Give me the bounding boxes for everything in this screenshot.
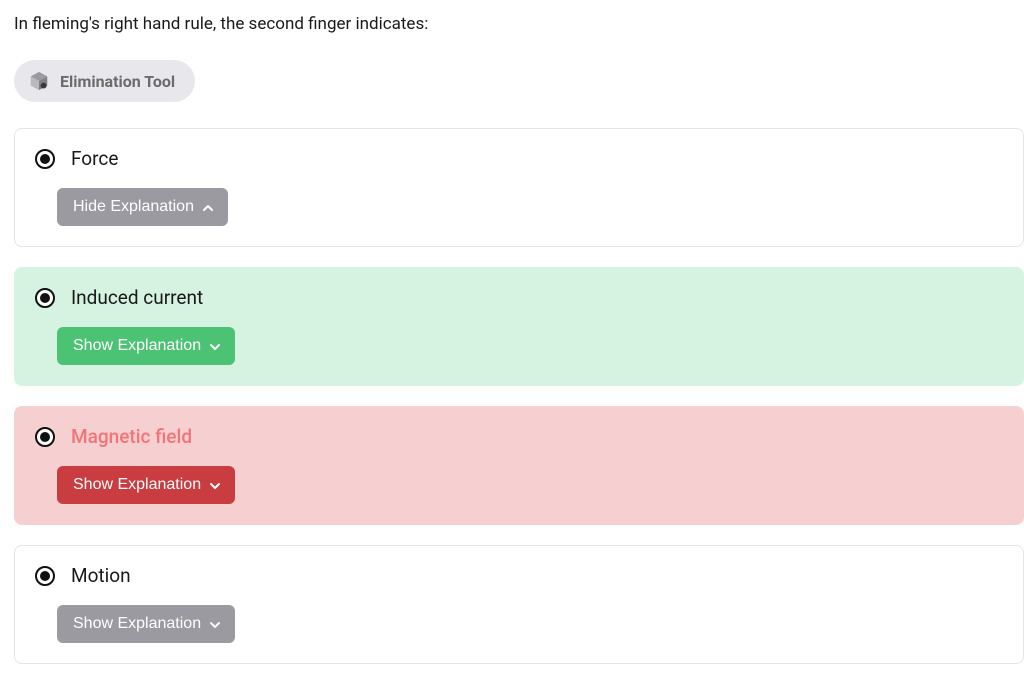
hide-explanation-button[interactable]: Hide Explanation xyxy=(57,188,228,226)
chevron-down-icon xyxy=(209,619,219,629)
option-card[interactable]: Force Hide Explanation xyxy=(14,128,1024,247)
option-label: Induced current xyxy=(71,286,203,309)
button-label: Show Explanation xyxy=(73,615,201,633)
options-list: Force Hide Explanation Induced current S… xyxy=(14,128,1024,664)
chevron-down-icon xyxy=(209,341,219,351)
option-label: Magnetic field xyxy=(71,425,192,448)
radio-button[interactable] xyxy=(35,149,55,169)
show-explanation-button[interactable]: Show Explanation xyxy=(57,466,235,504)
chevron-down-icon xyxy=(209,480,219,490)
option-label: Motion xyxy=(71,564,131,587)
button-label: Show Explanation xyxy=(73,476,201,494)
radio-button[interactable] xyxy=(35,427,55,447)
chevron-up-icon xyxy=(202,202,212,212)
radio-button[interactable] xyxy=(35,566,55,586)
option-card[interactable]: Magnetic field Show Explanation xyxy=(14,406,1024,525)
button-label: Hide Explanation xyxy=(73,198,194,216)
option-card[interactable]: Motion Show Explanation xyxy=(14,545,1024,664)
option-label: Force xyxy=(71,147,118,170)
elimination-tool-label: Elimination Tool xyxy=(60,72,175,91)
question-text: In fleming's right hand rule, the second… xyxy=(14,14,1024,34)
elimination-tool-button[interactable]: Elimination Tool xyxy=(14,60,195,102)
option-card[interactable]: Induced current Show Explanation xyxy=(14,267,1024,386)
show-explanation-button[interactable]: Show Explanation xyxy=(57,327,235,365)
show-explanation-button[interactable]: Show Explanation xyxy=(57,605,235,643)
cube-icon xyxy=(28,70,50,92)
radio-button[interactable] xyxy=(35,288,55,308)
button-label: Show Explanation xyxy=(73,337,201,355)
